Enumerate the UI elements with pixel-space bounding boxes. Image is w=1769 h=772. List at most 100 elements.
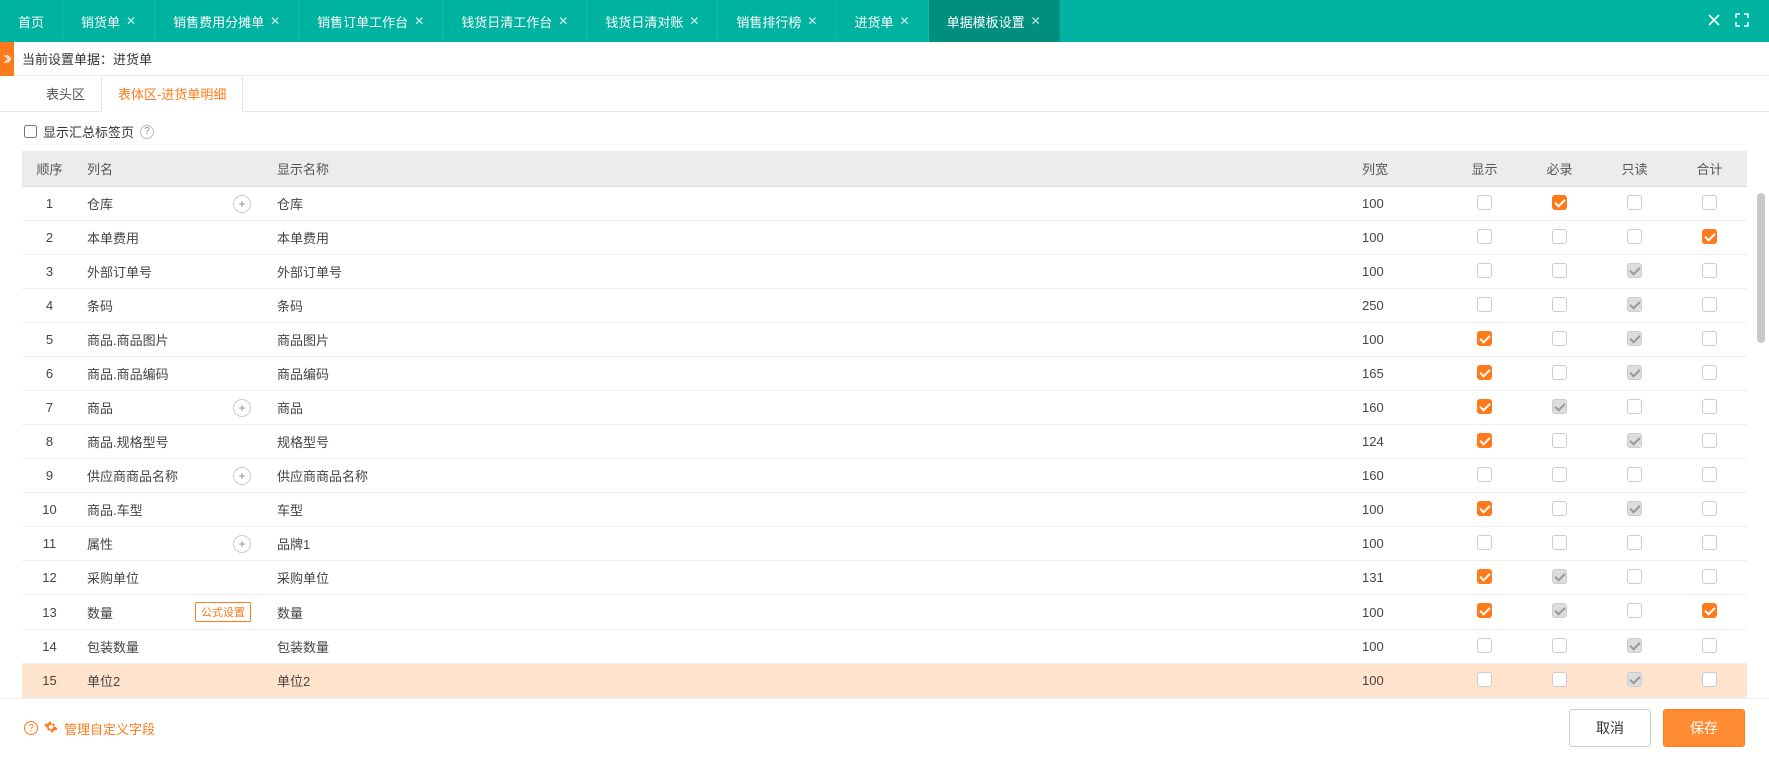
cell-display[interactable]: 车型	[267, 493, 1352, 527]
cell-width[interactable]: 124	[1352, 425, 1447, 459]
checkbox[interactable]	[1627, 535, 1642, 550]
fullscreen-icon[interactable]	[1735, 13, 1749, 30]
checkbox[interactable]	[1702, 638, 1717, 653]
checkbox[interactable]	[1702, 195, 1717, 210]
save-button[interactable]: 保存	[1663, 709, 1745, 747]
sub-tab[interactable]: 表体区-进货单明细	[101, 75, 243, 112]
table-row[interactable]: 9供应商商品名称+供应商商品名称160	[22, 459, 1747, 493]
cell-display[interactable]: 数量	[267, 595, 1352, 630]
checkbox[interactable]	[1477, 603, 1492, 618]
table-row[interactable]: 13数量公式设置数量100	[22, 595, 1747, 630]
cell-display[interactable]: 商品图片	[267, 323, 1352, 357]
checkbox[interactable]	[1702, 467, 1717, 482]
close-icon[interactable]: ✕	[1031, 14, 1041, 28]
close-all-tabs-icon[interactable]	[1707, 13, 1721, 30]
checkbox[interactable]	[1477, 638, 1492, 653]
top-tab[interactable]: 销售费用分摊单✕	[155, 0, 299, 42]
checkbox[interactable]	[1477, 569, 1492, 584]
checkbox[interactable]	[1702, 297, 1717, 312]
formula-button[interactable]: 公式设置	[195, 602, 251, 622]
help-icon[interactable]: ?	[24, 721, 38, 735]
table-row[interactable]: 7商品+商品160	[22, 391, 1747, 425]
checkbox[interactable]	[1552, 331, 1567, 346]
scrollbar[interactable]	[1757, 193, 1765, 343]
cell-display[interactable]: 仓库	[267, 187, 1352, 221]
cell-display[interactable]: 本单费用	[267, 221, 1352, 255]
checkbox[interactable]	[1552, 433, 1567, 448]
cell-display[interactable]: 单位2	[267, 664, 1352, 698]
cell-width[interactable]: 100	[1352, 527, 1447, 561]
checkbox[interactable]	[1702, 603, 1717, 618]
checkbox[interactable]	[1552, 297, 1567, 312]
table-row[interactable]: 3外部订单号外部订单号100	[22, 255, 1747, 289]
table-row[interactable]: 14包装数量包装数量100	[22, 630, 1747, 664]
close-icon[interactable]: ✕	[689, 14, 699, 28]
cell-width[interactable]: 100	[1352, 664, 1447, 698]
cell-display[interactable]: 外部订单号	[267, 255, 1352, 289]
cell-width[interactable]: 100	[1352, 595, 1447, 630]
checkbox[interactable]	[1477, 365, 1492, 380]
cell-display[interactable]: 供应商商品名称	[267, 459, 1352, 493]
cell-width[interactable]: 165	[1352, 357, 1447, 391]
add-icon[interactable]: +	[233, 467, 251, 485]
table-row[interactable]: 6商品.商品编码商品编码165	[22, 357, 1747, 391]
checkbox[interactable]	[1702, 501, 1717, 516]
sub-tab[interactable]: 表头区	[30, 76, 101, 111]
close-icon[interactable]: ✕	[414, 14, 424, 28]
expand-toggle-icon[interactable]	[0, 42, 14, 76]
cell-width[interactable]: 250	[1352, 289, 1447, 323]
cell-display[interactable]: 品牌1	[267, 527, 1352, 561]
top-tab[interactable]: 销售排行榜✕	[718, 0, 836, 42]
checkbox[interactable]	[1627, 467, 1642, 482]
cell-width[interactable]: 100	[1352, 187, 1447, 221]
cell-width[interactable]: 100	[1352, 221, 1447, 255]
checkbox[interactable]	[1702, 535, 1717, 550]
checkbox[interactable]	[1477, 433, 1492, 448]
checkbox[interactable]	[1477, 195, 1492, 210]
checkbox[interactable]	[1477, 297, 1492, 312]
checkbox[interactable]	[1702, 399, 1717, 414]
top-tab[interactable]: 单据模板设置✕	[929, 0, 1060, 42]
checkbox[interactable]	[1552, 263, 1567, 278]
checkbox[interactable]	[1552, 229, 1567, 244]
cell-display[interactable]: 采购单位	[267, 561, 1352, 595]
cell-width[interactable]: 100	[1352, 323, 1447, 357]
top-tab[interactable]: 钱货日清工作台✕	[443, 0, 587, 42]
checkbox[interactable]	[1552, 467, 1567, 482]
cell-display[interactable]: 商品	[267, 391, 1352, 425]
cell-width[interactable]: 100	[1352, 255, 1447, 289]
checkbox[interactable]	[1552, 365, 1567, 380]
cell-width[interactable]: 160	[1352, 391, 1447, 425]
checkbox[interactable]	[1702, 365, 1717, 380]
checkbox[interactable]	[1552, 672, 1567, 687]
checkbox[interactable]	[1702, 569, 1717, 584]
checkbox[interactable]	[1627, 569, 1642, 584]
table-row[interactable]: 10商品.车型车型100	[22, 493, 1747, 527]
checkbox[interactable]	[1477, 331, 1492, 346]
checkbox[interactable]	[1552, 638, 1567, 653]
cell-display[interactable]: 包装数量	[267, 630, 1352, 664]
manage-custom-fields-link[interactable]: 管理自定义字段	[64, 719, 155, 738]
checkbox[interactable]	[1477, 672, 1492, 687]
checkbox[interactable]	[1477, 535, 1492, 550]
checkbox[interactable]	[1702, 229, 1717, 244]
table-row[interactable]: 15单位2单位2100	[22, 664, 1747, 698]
close-icon[interactable]: ✕	[900, 14, 910, 28]
table-row[interactable]: 1仓库+仓库100	[22, 187, 1747, 221]
cell-width[interactable]: 131	[1352, 561, 1447, 595]
add-icon[interactable]: +	[233, 535, 251, 553]
add-icon[interactable]: +	[233, 399, 251, 417]
checkbox[interactable]	[1552, 501, 1567, 516]
checkbox[interactable]	[1627, 603, 1642, 618]
checkbox[interactable]	[1477, 263, 1492, 278]
checkbox[interactable]	[1477, 501, 1492, 516]
show-summary-checkbox[interactable]	[24, 125, 37, 138]
add-icon[interactable]: +	[233, 195, 251, 213]
cell-display[interactable]: 商品编码	[267, 357, 1352, 391]
top-tab[interactable]: 首页	[0, 0, 63, 42]
table-row[interactable]: 5商品.商品图片商品图片100	[22, 323, 1747, 357]
help-icon[interactable]: ?	[140, 125, 154, 139]
checkbox[interactable]	[1627, 399, 1642, 414]
close-icon[interactable]: ✕	[807, 14, 817, 28]
close-icon[interactable]: ✕	[126, 14, 136, 28]
